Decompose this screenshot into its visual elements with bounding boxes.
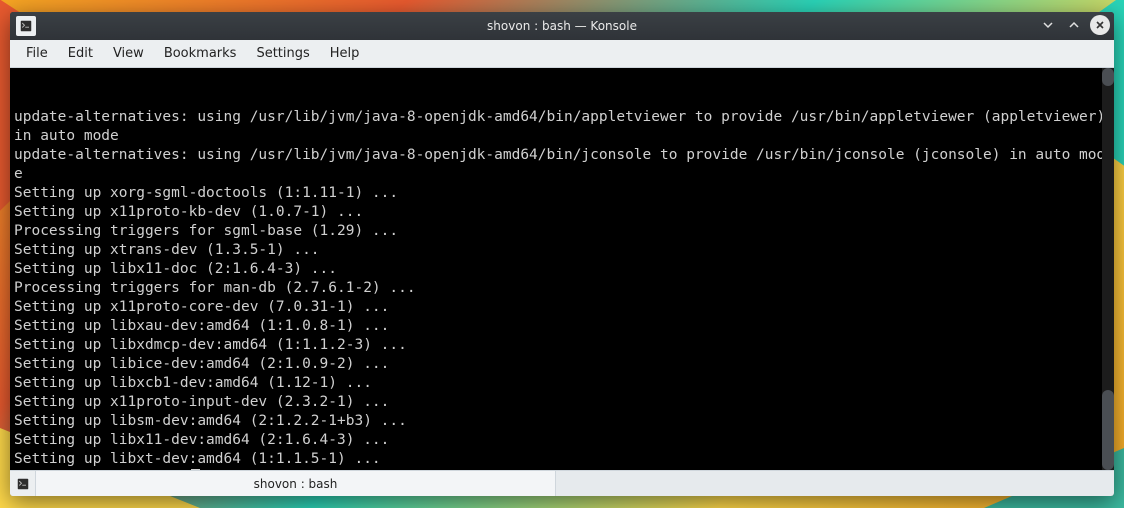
terminal-output: update-alternatives: using /usr/lib/jvm/… <box>14 108 1110 469</box>
terminal-cursor <box>191 469 200 470</box>
window-title: shovon : bash — Konsole <box>10 19 1114 33</box>
menu-bar: File Edit View Bookmarks Settings Help <box>10 40 1114 68</box>
menu-help[interactable]: Help <box>320 42 370 65</box>
tab-bar: shovon : bash <box>10 470 1114 496</box>
menu-edit[interactable]: Edit <box>58 42 103 65</box>
konsole-window: shovon : bash — Konsole File Edit View B… <box>10 12 1114 496</box>
minimize-button[interactable] <box>1038 15 1058 35</box>
tab-active[interactable]: shovon : bash <box>36 471 556 496</box>
app-icon <box>16 16 36 36</box>
close-button[interactable] <box>1090 15 1110 35</box>
scrollbar-thumb-top[interactable] <box>1102 68 1114 86</box>
menu-bookmarks[interactable]: Bookmarks <box>154 42 247 65</box>
menu-file[interactable]: File <box>16 42 58 65</box>
window-controls <box>1038 15 1110 35</box>
window-titlebar[interactable]: shovon : bash — Konsole <box>10 12 1114 40</box>
new-tab-button[interactable] <box>10 471 36 496</box>
maximize-button[interactable] <box>1064 15 1084 35</box>
scrollbar-thumb-bottom[interactable] <box>1102 390 1114 470</box>
terminal-scrollbar[interactable] <box>1102 68 1114 470</box>
terminal-area[interactable]: update-alternatives: using /usr/lib/jvm/… <box>10 68 1114 470</box>
menu-view[interactable]: View <box>103 42 154 65</box>
menu-settings[interactable]: Settings <box>246 42 319 65</box>
